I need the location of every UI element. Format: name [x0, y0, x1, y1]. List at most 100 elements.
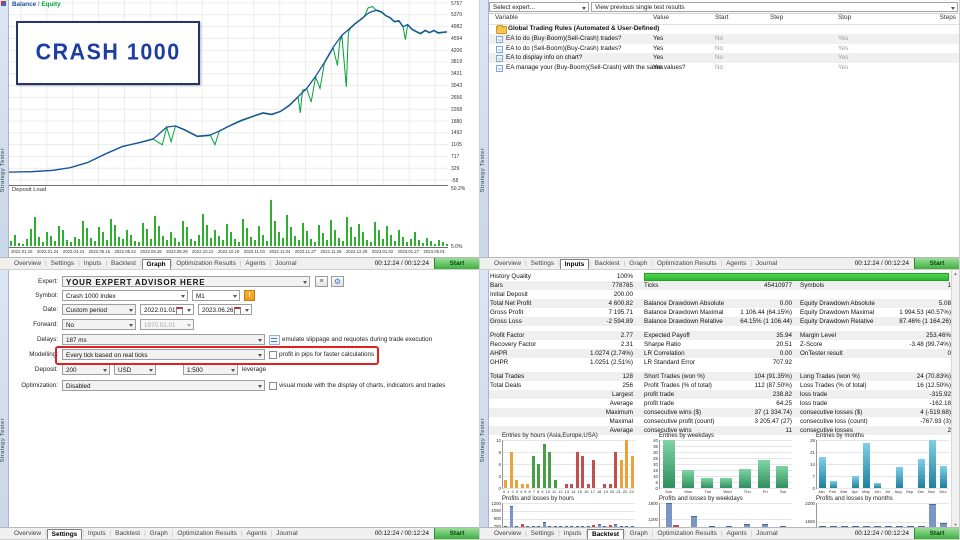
tab-backtest[interactable]: Backtest [111, 529, 144, 539]
stat-value: -767.93 (3) [920, 418, 951, 425]
x-axis-date: 2022.05.26 [140, 249, 162, 254]
tab-inputs[interactable]: Inputs [559, 258, 590, 269]
tab-inputs[interactable]: Inputs [84, 529, 110, 539]
tab-graph[interactable]: Graph [625, 259, 651, 269]
tab-settings[interactable]: Settings [46, 528, 83, 539]
panel-caption-strip[interactable]: Strategy Tester [0, 270, 9, 539]
tab-agents[interactable]: Agents [242, 529, 270, 539]
parameter-cell: EA to display info on chart? [506, 54, 583, 61]
period-value: M1 [196, 293, 205, 300]
tab-optimization-results[interactable]: Optimization Results [653, 259, 721, 269]
expert-dropdown[interactable]: YOUR EXPERT ADVISOR HERE [62, 276, 310, 287]
parameter-group-row[interactable]: Global Trading Rules (Automated & User-D… [488, 24, 959, 34]
tab-agents[interactable]: Agents [722, 259, 750, 269]
leverage-value: 1:500 [187, 367, 203, 374]
expert-select-dropdown[interactable]: Select expert... [489, 1, 589, 12]
col-steps[interactable]: Steps [940, 14, 956, 21]
tab-settings[interactable]: Settings [527, 529, 559, 539]
date-to-picker[interactable]: 2023.06.26 [198, 304, 252, 315]
x-axis-date: 2022.05.15 [88, 249, 111, 254]
optimization-dropdown[interactable]: Disabled [62, 380, 265, 391]
report-histograms: Entries by hours (Asia,Europe,USA) 0 3 6 9 12… [488, 432, 952, 528]
profits-losses-by-months-chart: Profits and losses by months 1650 2200 [802, 495, 952, 528]
col-step[interactable]: Step [770, 14, 783, 21]
panel-caption: Strategy Tester [0, 417, 6, 463]
parameter-row[interactable]: EA to do (Buy-Boom)(Sell-Crash) trades? Y… [488, 34, 959, 44]
tab-optimization-results[interactable]: Optimization Results [173, 529, 241, 539]
tab-graph[interactable]: Graph [146, 529, 172, 539]
parameter-cell: No [715, 44, 724, 52]
tab-overview[interactable]: Overview [490, 259, 525, 269]
deposit-dropdown[interactable]: 200 [62, 364, 110, 375]
parameter-cell: No [715, 63, 724, 71]
panel-caption-strip[interactable]: Strategy Tester [480, 270, 489, 539]
start-button[interactable]: Start [434, 258, 479, 269]
tab-inputs[interactable]: Inputs [560, 529, 586, 539]
tab-agents[interactable]: Agents [241, 259, 269, 269]
panel-caption-strip[interactable]: Strategy Tester [0, 0, 9, 269]
tab-optimization-results[interactable]: Optimization Results [172, 259, 240, 269]
tab-inputs[interactable]: Inputs [80, 259, 106, 269]
deposit-axis-top: 50.2% [451, 186, 466, 192]
y-axis-tick: 1492 [451, 130, 463, 137]
col-value[interactable]: Value [653, 14, 669, 21]
modelling-dropdown[interactable]: Every tick based on real ticks [62, 349, 265, 360]
start-button[interactable]: Start [434, 528, 479, 539]
forward-dropdown[interactable]: No [62, 319, 136, 330]
start-button[interactable]: Start [914, 528, 959, 539]
tab-backtest[interactable]: Backtest [587, 528, 625, 539]
col-stop[interactable]: Stop [838, 14, 851, 21]
tab-list: Overview|Settings|Inputs|Backtest|Graph|… [480, 258, 781, 269]
tab-backtest[interactable]: Backtest [107, 259, 140, 269]
col-start[interactable]: Start [715, 14, 729, 21]
date-from-picker[interactable]: 2022.01.01 [140, 304, 194, 315]
tab-journal[interactable]: Journal [272, 529, 301, 539]
tab-overview[interactable]: Overview [10, 529, 45, 539]
parameter-row[interactable]: EA to do (Sell-Boom)(Buy-Crash) trades? Y… [488, 44, 959, 54]
stat-value: 778785 [611, 282, 633, 289]
tab-overview[interactable]: Overview [10, 259, 45, 269]
tab-overview[interactable]: Overview [490, 529, 525, 539]
expert-properties-button[interactable]: ⚙ [331, 276, 344, 287]
stat-value: 20.51 [776, 341, 792, 348]
legend-balance: Balance [12, 1, 37, 8]
scrollbar[interactable]: ▲ ▼ [951, 270, 959, 528]
y-axis-tick: 5757 [451, 0, 463, 7]
symbol-warning-button[interactable]: ! [244, 290, 255, 301]
parameter-row[interactable]: EA manage your (Buy-Boom)(Sell-Crash) wi… [488, 63, 959, 73]
parameter-checkbox[interactable] [496, 36, 503, 43]
delays-dropdown[interactable]: 187 ms [62, 334, 265, 345]
parameter-row[interactable]: EA to display info on chart? Yes No Yes [488, 53, 959, 63]
tab-backtest[interactable]: Backtest [591, 259, 624, 269]
tab-settings[interactable]: Settings [527, 259, 559, 269]
tab-graph[interactable]: Graph [141, 258, 171, 269]
parameter-checkbox[interactable] [496, 55, 503, 62]
tab-journal[interactable]: Journal [752, 529, 781, 539]
parameter-checkbox[interactable] [496, 64, 503, 72]
expert-editor-button[interactable]: ≡ [315, 276, 328, 287]
currency-dropdown[interactable]: USD [114, 364, 156, 375]
col-variable[interactable]: Variable [495, 14, 518, 21]
period-dropdown[interactable]: M1 [192, 290, 240, 301]
date-mode-dropdown[interactable]: Custom period [62, 304, 136, 315]
scroll-up-icon[interactable]: ▲ [952, 271, 959, 276]
profit-in-pips-checkbox[interactable] [269, 351, 277, 359]
parameter-cell: Yes [653, 54, 664, 61]
tab-agents[interactable]: Agents [722, 529, 750, 539]
stat-value: 2.77 [620, 332, 633, 339]
forward-value: No [66, 322, 75, 329]
tab-journal[interactable]: Journal [271, 259, 300, 269]
previous-results-dropdown[interactable]: View previous single test results [591, 1, 958, 12]
start-button[interactable]: Start [914, 258, 959, 269]
visual-mode-checkbox[interactable] [269, 382, 277, 390]
panel-caption-strip[interactable]: Strategy Tester [480, 0, 489, 269]
tab-graph[interactable]: Graph [626, 529, 652, 539]
leverage-dropdown[interactable]: 1:500 [183, 364, 238, 375]
parameter-checkbox[interactable] [496, 45, 503, 53]
stat-value: 256 [622, 382, 633, 389]
tab-journal[interactable]: Journal [752, 259, 781, 269]
tab-optimization-results[interactable]: Optimization Results [653, 529, 721, 539]
tab-settings[interactable]: Settings [47, 259, 79, 269]
history-quality-row: History Quality 100% [488, 272, 952, 281]
symbol-dropdown[interactable]: Crash 1000 Index [62, 290, 188, 301]
